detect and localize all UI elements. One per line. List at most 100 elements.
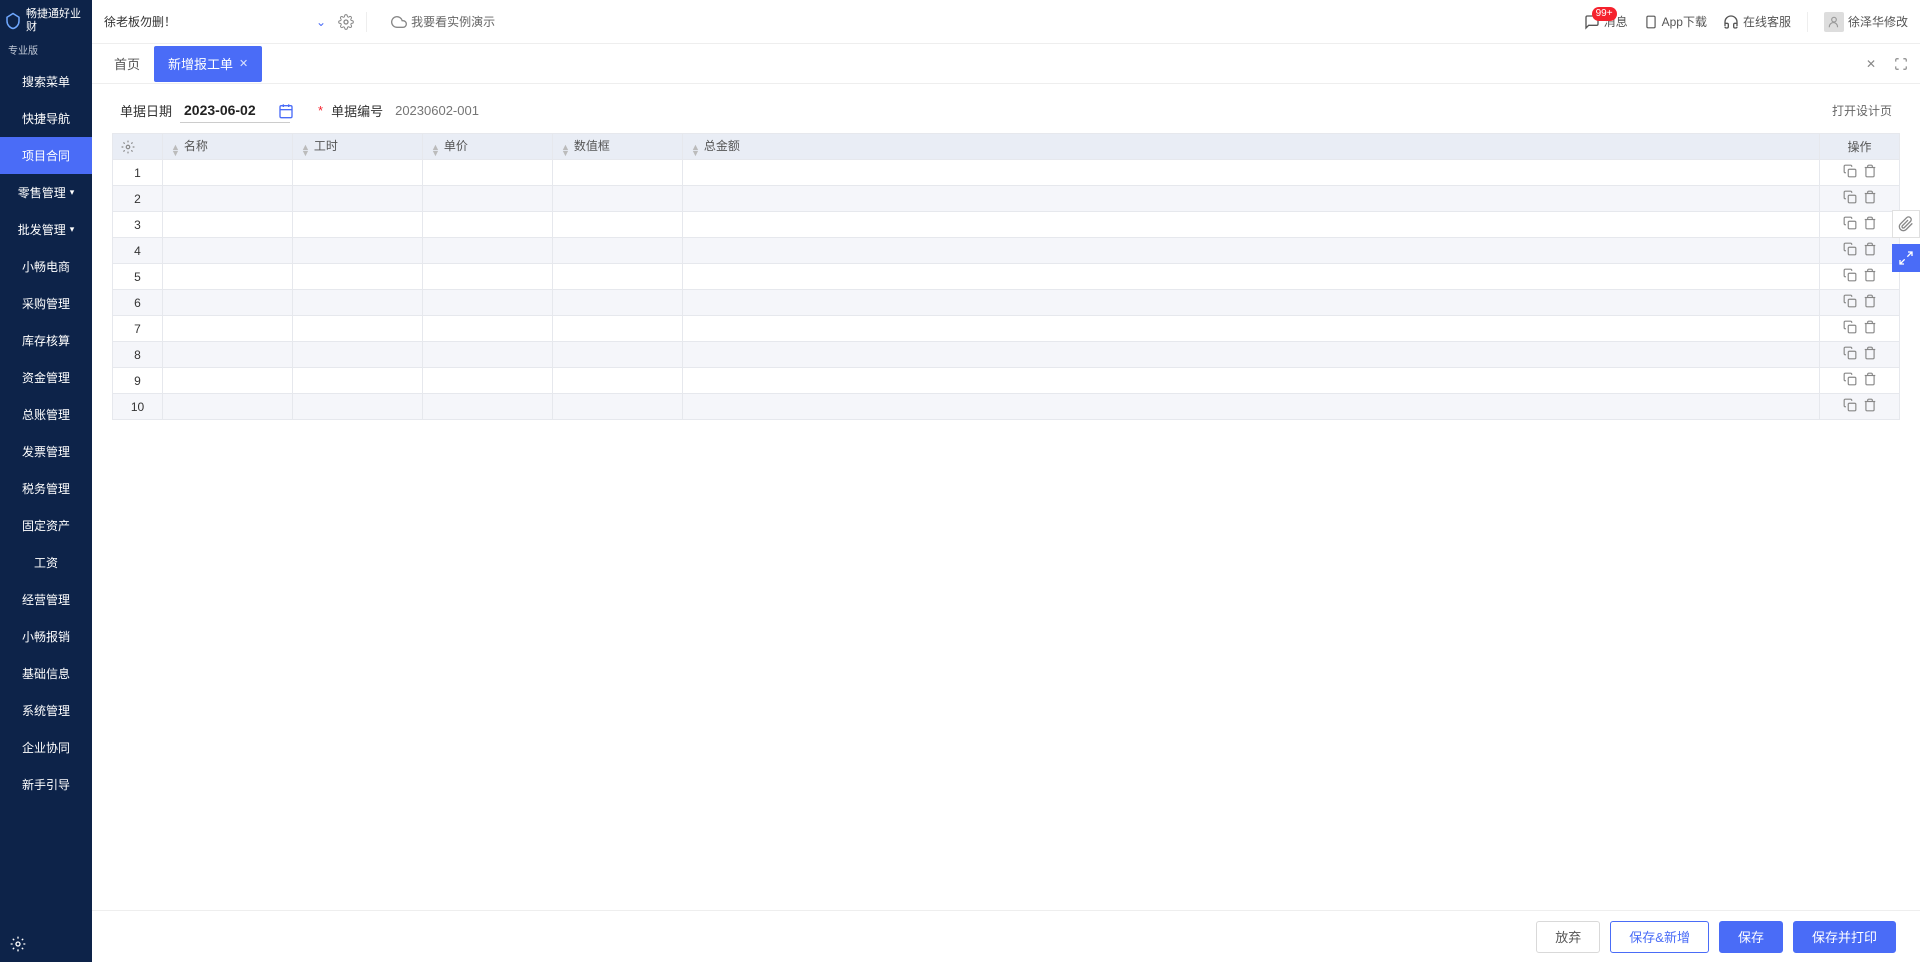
sidebar-item-9[interactable]: 总账管理	[0, 396, 92, 433]
chevron-down-icon[interactable]: ⌄	[316, 15, 326, 29]
support-button[interactable]: 在线客服	[1723, 13, 1791, 30]
cell-price[interactable]	[423, 368, 553, 394]
sort-icon[interactable]: ▲▼	[691, 144, 700, 156]
discard-button[interactable]: 放弃	[1536, 921, 1600, 953]
expand-button[interactable]	[1892, 244, 1920, 272]
cell-total[interactable]	[683, 212, 1820, 238]
cell-name[interactable]	[163, 264, 293, 290]
demo-link[interactable]: 我要看实例演示	[391, 13, 495, 30]
sort-icon[interactable]: ▲▼	[431, 144, 440, 156]
sidebar-item-15[interactable]: 小畅报销	[0, 618, 92, 655]
row-delete-icon[interactable]	[1860, 398, 1880, 412]
cell-hours[interactable]	[293, 290, 423, 316]
tab-current[interactable]: 新增报工单 ✕	[154, 46, 262, 82]
date-input[interactable]	[180, 98, 290, 123]
cell-name[interactable]	[163, 394, 293, 420]
row-copy-icon[interactable]	[1840, 268, 1860, 282]
row-delete-icon[interactable]	[1860, 242, 1880, 256]
sidebar-item-12[interactable]: 固定资产	[0, 507, 92, 544]
cell-total[interactable]	[683, 186, 1820, 212]
sidebar-item-11[interactable]: 税务管理	[0, 470, 92, 507]
cell-hours[interactable]	[293, 368, 423, 394]
sidebar-item-2[interactable]: 项目合同	[0, 137, 92, 174]
cell-hours[interactable]	[293, 394, 423, 420]
cell-name[interactable]	[163, 342, 293, 368]
sidebar-item-13[interactable]: 工资	[0, 544, 92, 581]
tab-close-all[interactable]: ✕	[1862, 53, 1880, 75]
tab-home[interactable]: 首页	[100, 46, 154, 82]
cell-price[interactable]	[423, 238, 553, 264]
cell-hours[interactable]	[293, 238, 423, 264]
cell-hours[interactable]	[293, 160, 423, 186]
save-button[interactable]: 保存	[1719, 921, 1783, 953]
row-copy-icon[interactable]	[1840, 242, 1860, 256]
cell-price[interactable]	[423, 160, 553, 186]
cell-numbox[interactable]	[553, 394, 683, 420]
sidebar-item-1[interactable]: 快捷导航	[0, 100, 92, 137]
cell-hours[interactable]	[293, 316, 423, 342]
cell-numbox[interactable]	[553, 238, 683, 264]
calendar-icon[interactable]	[278, 103, 294, 119]
cell-name[interactable]	[163, 238, 293, 264]
cell-total[interactable]	[683, 160, 1820, 186]
row-copy-icon[interactable]	[1840, 216, 1860, 230]
cell-price[interactable]	[423, 212, 553, 238]
cell-price[interactable]	[423, 316, 553, 342]
cell-name[interactable]	[163, 160, 293, 186]
cell-numbox[interactable]	[553, 160, 683, 186]
user-menu[interactable]: 徐泽华修改	[1824, 12, 1908, 32]
sidebar-settings[interactable]	[0, 926, 92, 962]
cell-numbox[interactable]	[553, 264, 683, 290]
doc-no-input[interactable]	[391, 99, 531, 122]
sidebar-item-7[interactable]: 库存核算	[0, 322, 92, 359]
cell-numbox[interactable]	[553, 212, 683, 238]
cell-total[interactable]	[683, 238, 1820, 264]
org-selector[interactable]: 徐老板勿删！	[104, 13, 304, 30]
save-print-button[interactable]: 保存并打印	[1793, 921, 1896, 953]
sidebar-item-4[interactable]: 批发管理▾	[0, 211, 92, 248]
cell-total[interactable]	[683, 316, 1820, 342]
row-copy-icon[interactable]	[1840, 164, 1860, 178]
cell-total[interactable]	[683, 264, 1820, 290]
messages-button[interactable]: 99+ 消息	[1584, 13, 1628, 30]
sidebar-item-5[interactable]: 小畅电商	[0, 248, 92, 285]
cell-name[interactable]	[163, 212, 293, 238]
cell-name[interactable]	[163, 186, 293, 212]
row-copy-icon[interactable]	[1840, 320, 1860, 334]
cell-name[interactable]	[163, 316, 293, 342]
sidebar-item-10[interactable]: 发票管理	[0, 433, 92, 470]
cell-total[interactable]	[683, 342, 1820, 368]
sort-icon[interactable]: ▲▼	[301, 144, 310, 156]
sort-icon[interactable]: ▲▼	[561, 144, 570, 156]
org-settings-icon[interactable]	[338, 14, 354, 30]
cell-numbox[interactable]	[553, 368, 683, 394]
row-delete-icon[interactable]	[1860, 164, 1880, 178]
design-link[interactable]: 打开设计页	[1832, 102, 1892, 119]
tab-close-icon[interactable]: ✕	[239, 57, 248, 70]
cell-numbox[interactable]	[553, 316, 683, 342]
sidebar-item-14[interactable]: 经营管理	[0, 581, 92, 618]
cell-numbox[interactable]	[553, 342, 683, 368]
row-copy-icon[interactable]	[1840, 346, 1860, 360]
row-copy-icon[interactable]	[1840, 372, 1860, 386]
row-delete-icon[interactable]	[1860, 372, 1880, 386]
save-new-button[interactable]: 保存&新增	[1610, 921, 1709, 953]
sidebar-item-19[interactable]: 新手引导	[0, 766, 92, 803]
sidebar-item-0[interactable]: 搜索菜单	[0, 63, 92, 100]
sidebar-item-17[interactable]: 系统管理	[0, 692, 92, 729]
cell-price[interactable]	[423, 186, 553, 212]
cell-total[interactable]	[683, 368, 1820, 394]
cell-price[interactable]	[423, 290, 553, 316]
sidebar-item-6[interactable]: 采购管理	[0, 285, 92, 322]
cell-numbox[interactable]	[553, 186, 683, 212]
row-copy-icon[interactable]	[1840, 190, 1860, 204]
row-delete-icon[interactable]	[1860, 268, 1880, 282]
cell-hours[interactable]	[293, 186, 423, 212]
sidebar-item-8[interactable]: 资金管理	[0, 359, 92, 396]
row-delete-icon[interactable]	[1860, 346, 1880, 360]
app-download-button[interactable]: App下载	[1644, 13, 1707, 30]
cell-hours[interactable]	[293, 342, 423, 368]
cell-name[interactable]	[163, 368, 293, 394]
row-delete-icon[interactable]	[1860, 216, 1880, 230]
row-delete-icon[interactable]	[1860, 190, 1880, 204]
